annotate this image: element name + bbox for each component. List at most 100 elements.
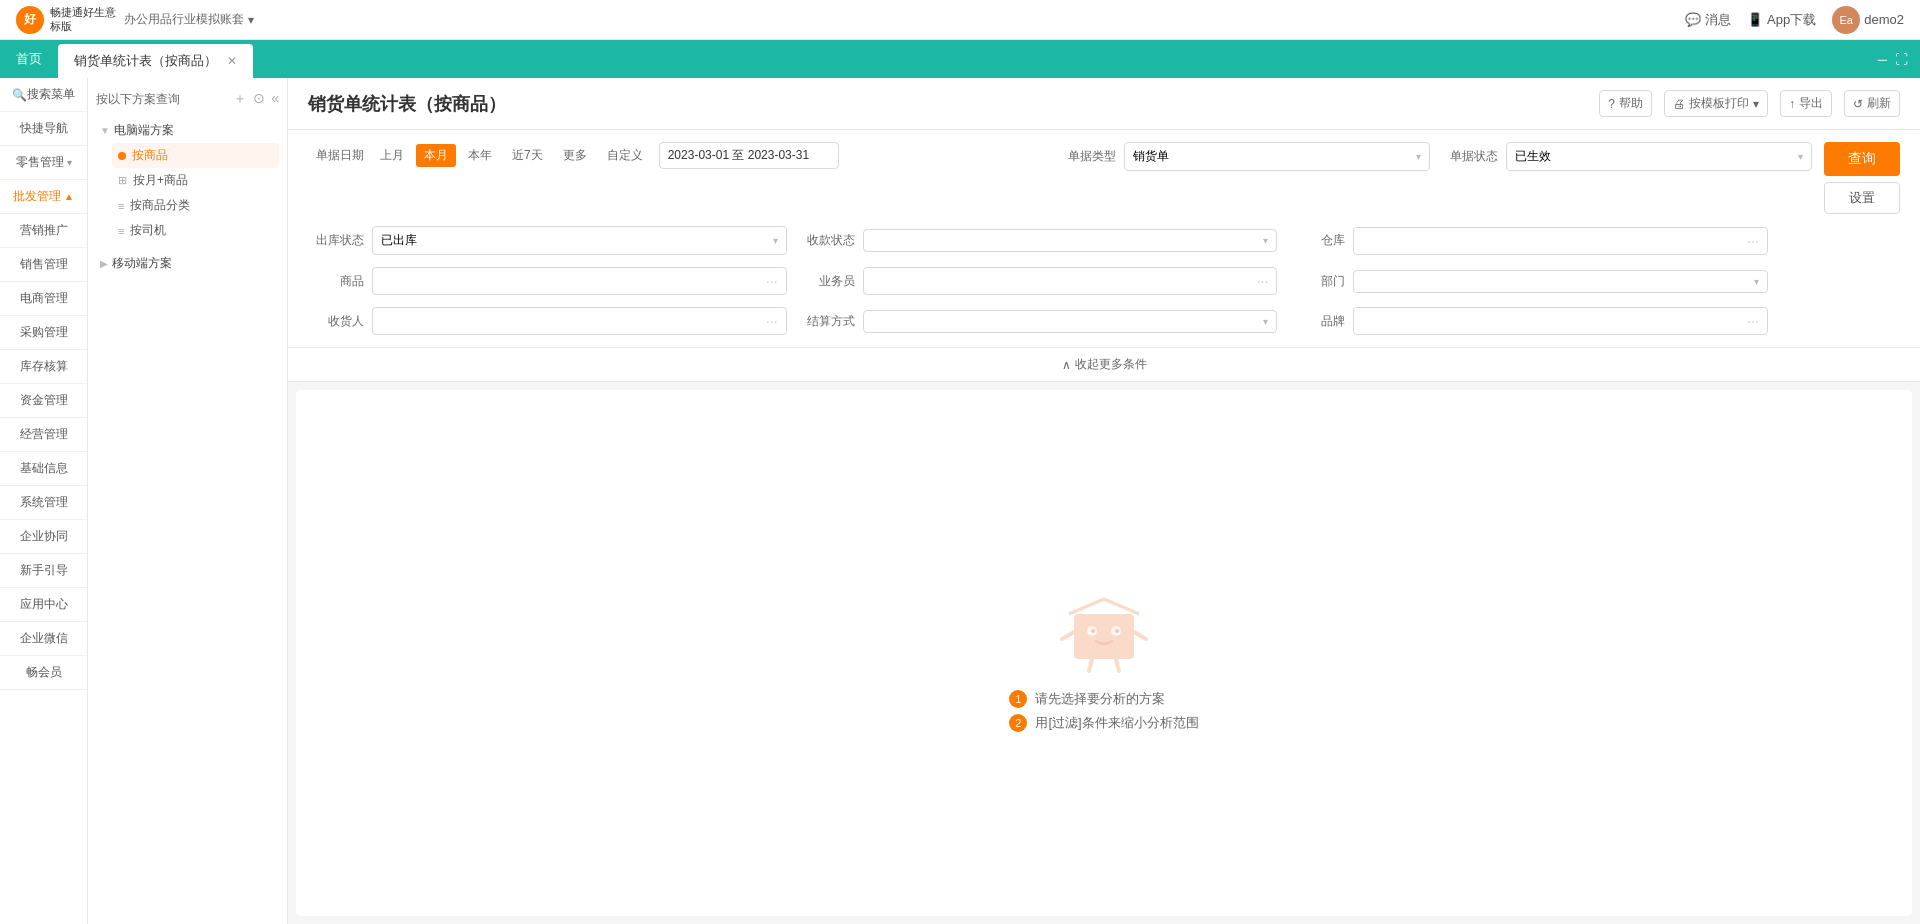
status-label: 单据状态 — [1442, 148, 1498, 165]
refresh-button[interactable]: ↺ 刷新 — [1844, 90, 1900, 117]
dept-label: 部门 — [1289, 273, 1345, 290]
sidebar-item-app-center[interactable]: 应用中心 — [0, 588, 87, 622]
sidebar-item-ecommerce[interactable]: 电商管理 — [0, 282, 87, 316]
sidebar-item-wechat[interactable]: 企业微信 — [0, 622, 87, 656]
template-print-button[interactable]: 🖨 按模板打印 ▾ — [1664, 90, 1768, 117]
tree-child-by-month-goods[interactable]: ⊞ 按月+商品 — [112, 168, 279, 193]
empty-illustration — [1054, 574, 1154, 674]
sidebar: 🔍 搜索菜单 快捷导航 零售管理 ▾ 批发管理 ▲ 营销推广 销售管理 电商管理… — [0, 78, 88, 924]
active-dot-icon — [118, 152, 126, 160]
date-tab-this-month[interactable]: 本月 — [416, 144, 456, 167]
tab-close-icon[interactable]: ✕ — [227, 54, 237, 68]
svg-line-6 — [1134, 632, 1146, 639]
app-download-button[interactable]: 📱 App下载 — [1747, 11, 1816, 29]
sidebar-item-basic-info[interactable]: 基础信息 — [0, 452, 87, 486]
out-label: 出库状态 — [308, 232, 364, 249]
more-icon: ··· — [1257, 273, 1269, 289]
date-tab-7days[interactable]: 近7天 — [504, 144, 551, 167]
logo-icon: 好 — [16, 6, 44, 34]
sidebar-item-member[interactable]: 畅会员 — [0, 656, 87, 690]
date-tab-custom[interactable]: 自定义 — [599, 144, 651, 167]
export-icon: ↑ — [1789, 97, 1795, 111]
filter-status-field: 单据状态 已生效 ▾ — [1442, 142, 1812, 171]
sidebar-item-finance[interactable]: 资金管理 — [0, 384, 87, 418]
date-range-input[interactable]: 2023-03-01 至 2023-03-31 — [659, 142, 839, 169]
date-tab-last-month[interactable]: 上月 — [372, 144, 412, 167]
filter-date-field: 单据日期 上月 本月 本年 近7天 更多 自定义 2023-03-01 至 20… — [308, 142, 1048, 169]
filter-type-field: 单据类型 销货单 ▾ — [1060, 142, 1430, 171]
collapse-panel-icon[interactable]: « — [271, 90, 279, 108]
sidebar-item-inventory[interactable]: 库存核算 — [0, 350, 87, 384]
export-button[interactable]: ↑ 导出 — [1780, 90, 1832, 117]
svg-point-3 — [1091, 629, 1095, 633]
settle-select[interactable]: ▾ — [863, 310, 1278, 333]
collapse-bar[interactable]: ∧ 收起更多条件 — [288, 348, 1920, 382]
tab-home[interactable]: 首页 — [0, 40, 58, 78]
sidebar-search[interactable]: 🔍 搜索菜单 — [0, 78, 87, 112]
minimize-icon[interactable]: ─ — [1878, 52, 1887, 67]
help-button[interactable]: ? 帮助 — [1599, 90, 1652, 117]
logo-area: 好 畅捷通好生意 标版 — [16, 6, 116, 34]
tree-arrow-right-icon: ▶ — [100, 258, 108, 269]
tip-number-2: 2 — [1009, 714, 1027, 732]
staff-input[interactable]: ··· — [863, 267, 1278, 295]
sidebar-item-purchase[interactable]: 采购管理 — [0, 316, 87, 350]
tab-expand-area: ─ ⛶ — [1866, 52, 1920, 67]
sidebar-item-system[interactable]: 系统管理 — [0, 486, 87, 520]
main-layout: 🔍 搜索菜单 快捷导航 零售管理 ▾ 批发管理 ▲ 营销推广 销售管理 电商管理… — [0, 78, 1920, 924]
more-icon: ··· — [1747, 233, 1759, 249]
staff-label: 业务员 — [799, 273, 855, 290]
filter-receive-field: 收款状态 ▾ — [799, 229, 1278, 252]
date-tab-more[interactable]: 更多 — [555, 144, 595, 167]
sidebar-item-marketing[interactable]: 营销推广 — [0, 214, 87, 248]
settings-button[interactable]: 设置 — [1824, 182, 1900, 214]
sidebar-item-operations[interactable]: 经营管理 — [0, 418, 87, 452]
tree-child-by-goods[interactable]: 按商品 — [112, 143, 279, 168]
page-header-top: 销货单统计表（按商品） ? 帮助 🖨 按模板打印 ▾ — [308, 90, 1900, 117]
sidebar-item-guide[interactable]: 新手引导 — [0, 554, 87, 588]
sidebar-item-sales[interactable]: 销售管理 — [0, 248, 87, 282]
goods-input[interactable]: ··· — [372, 267, 787, 295]
content-area: 按以下方案查询 ＋ ⊙ « ▼ 电脑端方案 按商品 — [88, 78, 1920, 924]
chevron-down-icon: ▾ — [773, 235, 778, 246]
tree-child-by-category[interactable]: ≡ 按商品分类 — [112, 193, 279, 218]
settle-label: 结算方式 — [799, 313, 855, 330]
list2-icon: ≡ — [118, 225, 124, 237]
filter-dept-field: 部门 ▾ — [1289, 270, 1768, 293]
grid-icon: ⊞ — [118, 174, 127, 187]
print-icon: 🖨 — [1673, 97, 1685, 111]
empty-state: 1 请先选择要分析的方案 2 用[过滤]条件来缩小分析范围 — [296, 390, 1912, 916]
tree-item-mobile[interactable]: ▶ 移动端方案 — [96, 251, 279, 276]
chevron-down-icon: ▾ — [1263, 235, 1268, 246]
status-select[interactable]: 已生效 ▾ — [1506, 142, 1812, 171]
date-tab-this-year[interactable]: 本年 — [460, 144, 500, 167]
brand-input[interactable]: ··· — [1353, 307, 1768, 335]
out-select[interactable]: 已出库 ▾ — [372, 226, 787, 255]
add-scheme-icon[interactable]: ＋ — [233, 90, 247, 108]
sidebar-item-wholesale[interactable]: 批发管理 ▲ — [0, 180, 87, 214]
sidebar-item-retail[interactable]: 零售管理 ▾ — [0, 146, 87, 180]
receiver-input[interactable]: ··· — [372, 307, 787, 335]
query-button[interactable]: 查询 — [1824, 142, 1900, 176]
page-title: 销货单统计表（按商品） — [308, 92, 506, 116]
dept-select[interactable]: ▾ — [1353, 270, 1768, 293]
tree-item-desktop[interactable]: ▼ 电脑端方案 — [96, 118, 279, 143]
date-label: 单据日期 — [308, 147, 364, 164]
action-buttons: 查询 设置 — [1824, 142, 1900, 214]
tree-child-by-driver[interactable]: ≡ 按司机 — [112, 218, 279, 243]
sidebar-item-collab[interactable]: 企业协同 — [0, 520, 87, 554]
type-select[interactable]: 销货单 ▾ — [1124, 142, 1430, 171]
maximize-icon[interactable]: ⛶ — [1895, 52, 1908, 67]
message-icon: 💬 — [1685, 12, 1701, 27]
tree-children-desktop: 按商品 ⊞ 按月+商品 ≡ 按商品分类 ≡ 按司机 — [96, 143, 279, 243]
tab-sales-report[interactable]: 销货单统计表（按商品） ✕ — [58, 44, 253, 78]
svg-line-5 — [1062, 632, 1074, 639]
goods-label: 商品 — [308, 273, 364, 290]
warehouse-input[interactable]: ··· — [1353, 227, 1768, 255]
user-menu[interactable]: Ea demo2 — [1832, 6, 1904, 34]
receive-select[interactable]: ▾ — [863, 229, 1278, 252]
message-button[interactable]: 💬 消息 — [1685, 11, 1731, 29]
chevron-down-icon: ▾ — [67, 157, 72, 168]
settings-scheme-icon[interactable]: ⊙ — [253, 90, 265, 108]
sidebar-quick-nav[interactable]: 快捷导航 — [0, 112, 87, 146]
